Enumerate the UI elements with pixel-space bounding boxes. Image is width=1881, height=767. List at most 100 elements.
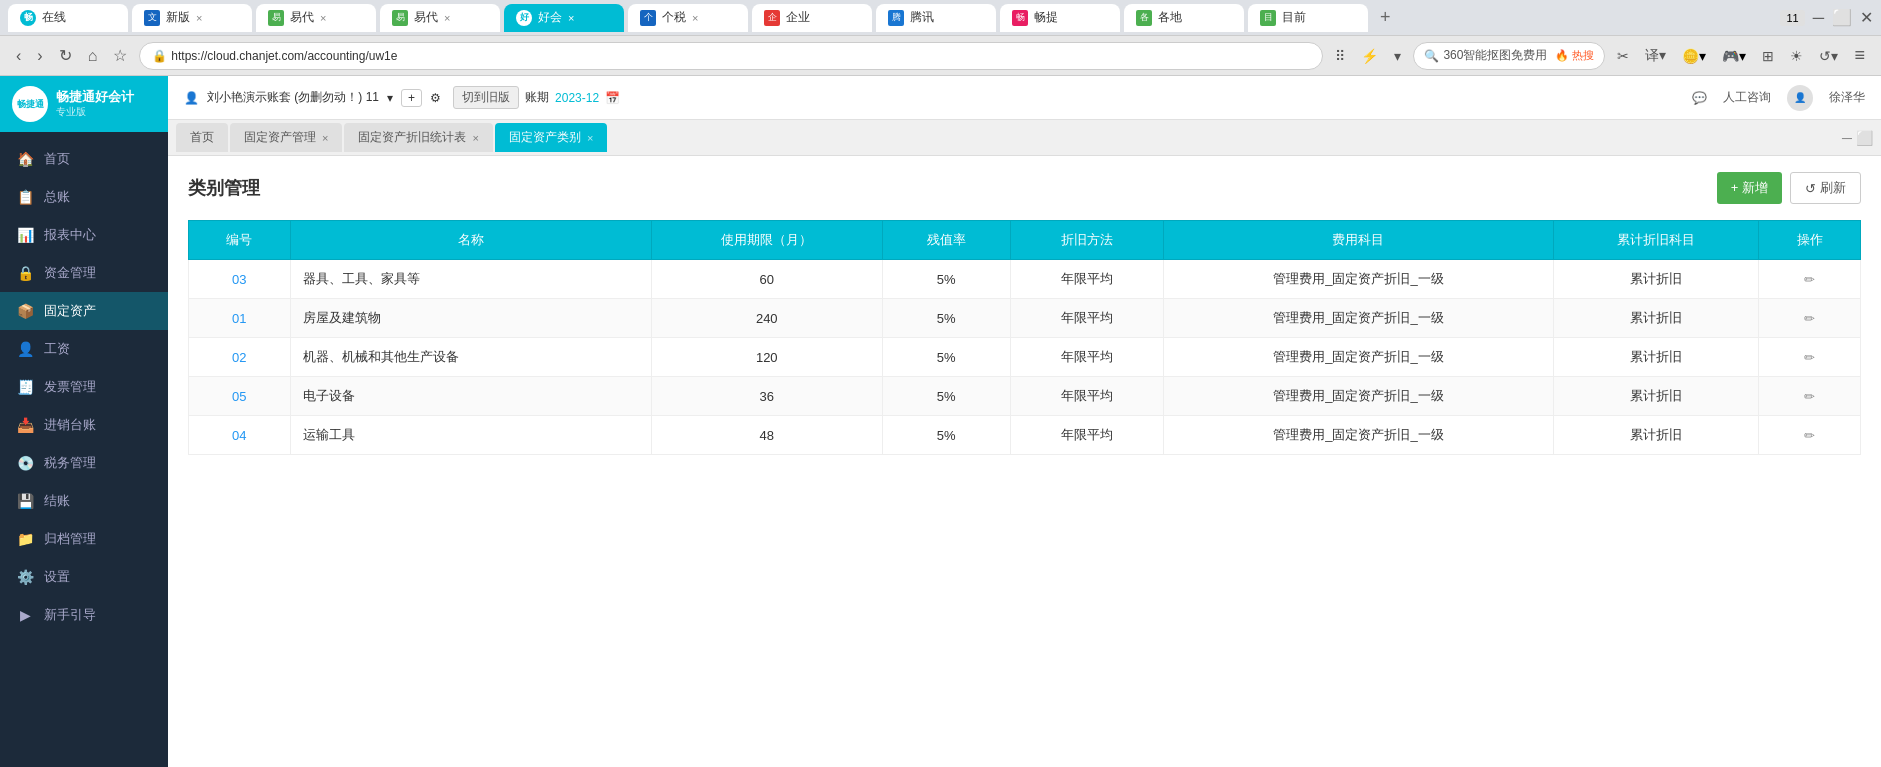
tab-close-5[interactable]: × xyxy=(692,12,698,24)
browser-chrome: 畅 在线 文 新版 × 易 易代 × 易 易代 × 好 好会 × 个 个税 × … xyxy=(0,0,1881,36)
url-bar[interactable]: 🔒 https://cloud.chanjet.com/accounting/u… xyxy=(139,42,1323,70)
sidebar-item-payroll[interactable]: 👤 工资 xyxy=(0,330,168,368)
sidebar-item-inventory[interactable]: 📥 进销台账 xyxy=(0,406,168,444)
tab-asset-mgmt-close[interactable]: × xyxy=(322,132,328,144)
sidebar-item-guide[interactable]: ▶ 新手引导 xyxy=(0,596,168,634)
tab-asset-category-close[interactable]: × xyxy=(587,132,593,144)
edit-icon[interactable]: ✏ xyxy=(1804,311,1815,326)
logo-text-block: 畅捷通好会计 专业版 xyxy=(56,89,134,120)
tab-close-2[interactable]: × xyxy=(196,12,202,24)
inventory-icon: 📥 xyxy=(16,416,34,434)
browser-tab-10[interactable]: 目 目前 xyxy=(1248,4,1368,32)
cell-action[interactable]: ✏ xyxy=(1759,338,1861,377)
refresh-btn[interactable]: ↺ 刷新 xyxy=(1790,172,1861,204)
cell-action[interactable]: ✏ xyxy=(1759,377,1861,416)
guide-icon: ▶ xyxy=(16,606,34,624)
content-area: 类别管理 + 新增 ↺ 刷新 编号 名称 xyxy=(168,156,1881,471)
address-bar: ‹ › ↻ ⌂ ☆ 🔒 https://cloud.chanjet.com/ac… xyxy=(0,36,1881,76)
browser-tab-3[interactable]: 易 易代 × xyxy=(256,4,376,32)
sun-icon[interactable]: ☀ xyxy=(1786,44,1807,68)
cell-residual: 5% xyxy=(882,338,1010,377)
sidebar-item-tax[interactable]: 💿 税务管理 xyxy=(0,444,168,482)
browser-tab-9[interactable]: 各 各地 xyxy=(1124,4,1244,32)
grid-icon[interactable]: ⊞ xyxy=(1758,44,1778,68)
home-btn[interactable]: ⌂ xyxy=(84,43,102,69)
switch-version-btn[interactable]: 切到旧版 xyxy=(453,86,519,109)
tab-close-4[interactable]: × xyxy=(444,12,450,24)
coin-icon[interactable]: 🪙▾ xyxy=(1678,44,1710,68)
tab-expand-icon[interactable]: ⬜ xyxy=(1856,130,1873,146)
search-bar[interactable]: 🔍 360智能抠图免费用 🔥 热搜 xyxy=(1413,42,1605,70)
closing-icon: 💾 xyxy=(16,492,34,510)
edit-icon[interactable]: ✏ xyxy=(1804,272,1815,287)
dropdown-btn[interactable]: ▾ xyxy=(1390,44,1405,68)
cell-action[interactable]: ✏ xyxy=(1759,260,1861,299)
edit-icon[interactable]: ✏ xyxy=(1804,389,1815,404)
new-tab-btn[interactable]: + xyxy=(1372,3,1399,32)
game-icon[interactable]: 🎮▾ xyxy=(1718,44,1750,68)
boost-btn[interactable]: ⚡ xyxy=(1357,44,1382,68)
consult-label[interactable]: 人工咨询 xyxy=(1723,89,1771,106)
tab-asset-category-label: 固定资产类别 xyxy=(509,129,581,146)
tab-depreciation[interactable]: 固定资产折旧统计表 × xyxy=(344,123,492,152)
forward-btn[interactable]: › xyxy=(33,43,46,69)
edit-icon[interactable]: ✏ xyxy=(1804,428,1815,443)
sidebar-item-funds[interactable]: 🔒 资金管理 xyxy=(0,254,168,292)
close-window-btn[interactable]: ✕ xyxy=(1860,8,1873,27)
minimize-btn[interactable]: ─ xyxy=(1813,9,1824,27)
translate-icon[interactable]: 译▾ xyxy=(1641,43,1670,69)
sidebar-item-archive[interactable]: 📁 归档管理 xyxy=(0,520,168,558)
tab-minimize-icon[interactable]: ─ xyxy=(1842,130,1852,146)
header-actions: + 新增 ↺ 刷新 xyxy=(1717,172,1861,204)
sidebar-item-closing[interactable]: 💾 结账 xyxy=(0,482,168,520)
cell-action[interactable]: ✏ xyxy=(1759,299,1861,338)
maximize-btn[interactable]: ⬜ xyxy=(1832,8,1852,27)
sidebar-item-reports[interactable]: 📊 报表中心 xyxy=(0,216,168,254)
sidebar-item-invoice[interactable]: 🧾 发票管理 xyxy=(0,368,168,406)
reload-btn[interactable]: ↻ xyxy=(55,42,76,69)
browser-tab-7[interactable]: 腾 腾讯 xyxy=(876,4,996,32)
sidebar: 畅捷通 畅捷通好会计 专业版 🏠 首页 📋 总账 📊 报表中心 🔒 资金 xyxy=(0,76,168,767)
cell-name: 电子设备 xyxy=(290,377,651,416)
edit-icon[interactable]: ✏ xyxy=(1804,350,1815,365)
cut-icon[interactable]: ✂ xyxy=(1613,44,1633,68)
bookmark-btn[interactable]: ☆ xyxy=(109,42,131,69)
tab-close-3[interactable]: × xyxy=(320,12,326,24)
top-right: 💬 人工咨询 👤 徐泽华 xyxy=(1692,85,1865,111)
sidebar-item-settings[interactable]: ⚙️ 设置 xyxy=(0,558,168,596)
sidebar-item-general[interactable]: 📋 总账 xyxy=(0,178,168,216)
undo-icon[interactable]: ↺▾ xyxy=(1815,44,1842,68)
tab-home[interactable]: 首页 xyxy=(176,123,228,152)
browser-tab-8[interactable]: 畅 畅提 xyxy=(1000,4,1120,32)
refresh-label: 刷新 xyxy=(1820,179,1846,197)
back-btn[interactable]: ‹ xyxy=(12,43,25,69)
archive-icon: 📁 xyxy=(16,530,34,548)
sidebar-item-home[interactable]: 🏠 首页 xyxy=(0,140,168,178)
browser-tab-2[interactable]: 文 新版 × xyxy=(132,4,252,32)
add-btn[interactable]: + 新增 xyxy=(1717,172,1782,204)
plus-btn[interactable]: + xyxy=(401,89,422,107)
tab-asset-category[interactable]: 固定资产类别 × xyxy=(495,123,607,152)
page-header: 类别管理 + 新增 ↺ 刷新 xyxy=(188,172,1861,204)
tab-close-active[interactable]: × xyxy=(568,12,574,24)
tab-depreciation-close[interactable]: × xyxy=(472,132,478,144)
cell-residual: 5% xyxy=(882,416,1010,455)
browser-tab-5[interactable]: 个 个税 × xyxy=(628,4,748,32)
menu-icon[interactable]: ≡ xyxy=(1850,41,1869,70)
cell-period: 60 xyxy=(651,260,882,299)
cell-action[interactable]: ✏ xyxy=(1759,416,1861,455)
browser-tab-4[interactable]: 易 易代 × xyxy=(380,4,500,32)
sidebar-logo: 畅捷通 畅捷通好会计 专业版 xyxy=(0,76,168,132)
browser-tab-6[interactable]: 企 企业 xyxy=(752,4,872,32)
browser-tab-active[interactable]: 好 好会 × xyxy=(504,4,624,32)
sidebar-item-assets[interactable]: 📦 固定资产 xyxy=(0,292,168,330)
extensions-btn[interactable]: ⠿ xyxy=(1331,44,1349,68)
tab-asset-mgmt-label: 固定资产管理 xyxy=(244,129,316,146)
dropdown-arrow[interactable]: ▾ xyxy=(387,91,393,105)
browser-tab-1[interactable]: 畅 在线 xyxy=(8,4,128,32)
settings-btn[interactable]: ⚙ xyxy=(430,91,441,105)
calendar-icon[interactable]: 📅 xyxy=(605,91,620,105)
tab-asset-mgmt[interactable]: 固定资产管理 × xyxy=(230,123,342,152)
sidebar-label-closing: 结账 xyxy=(44,492,70,510)
hot-label: 🔥 热搜 xyxy=(1555,48,1594,63)
